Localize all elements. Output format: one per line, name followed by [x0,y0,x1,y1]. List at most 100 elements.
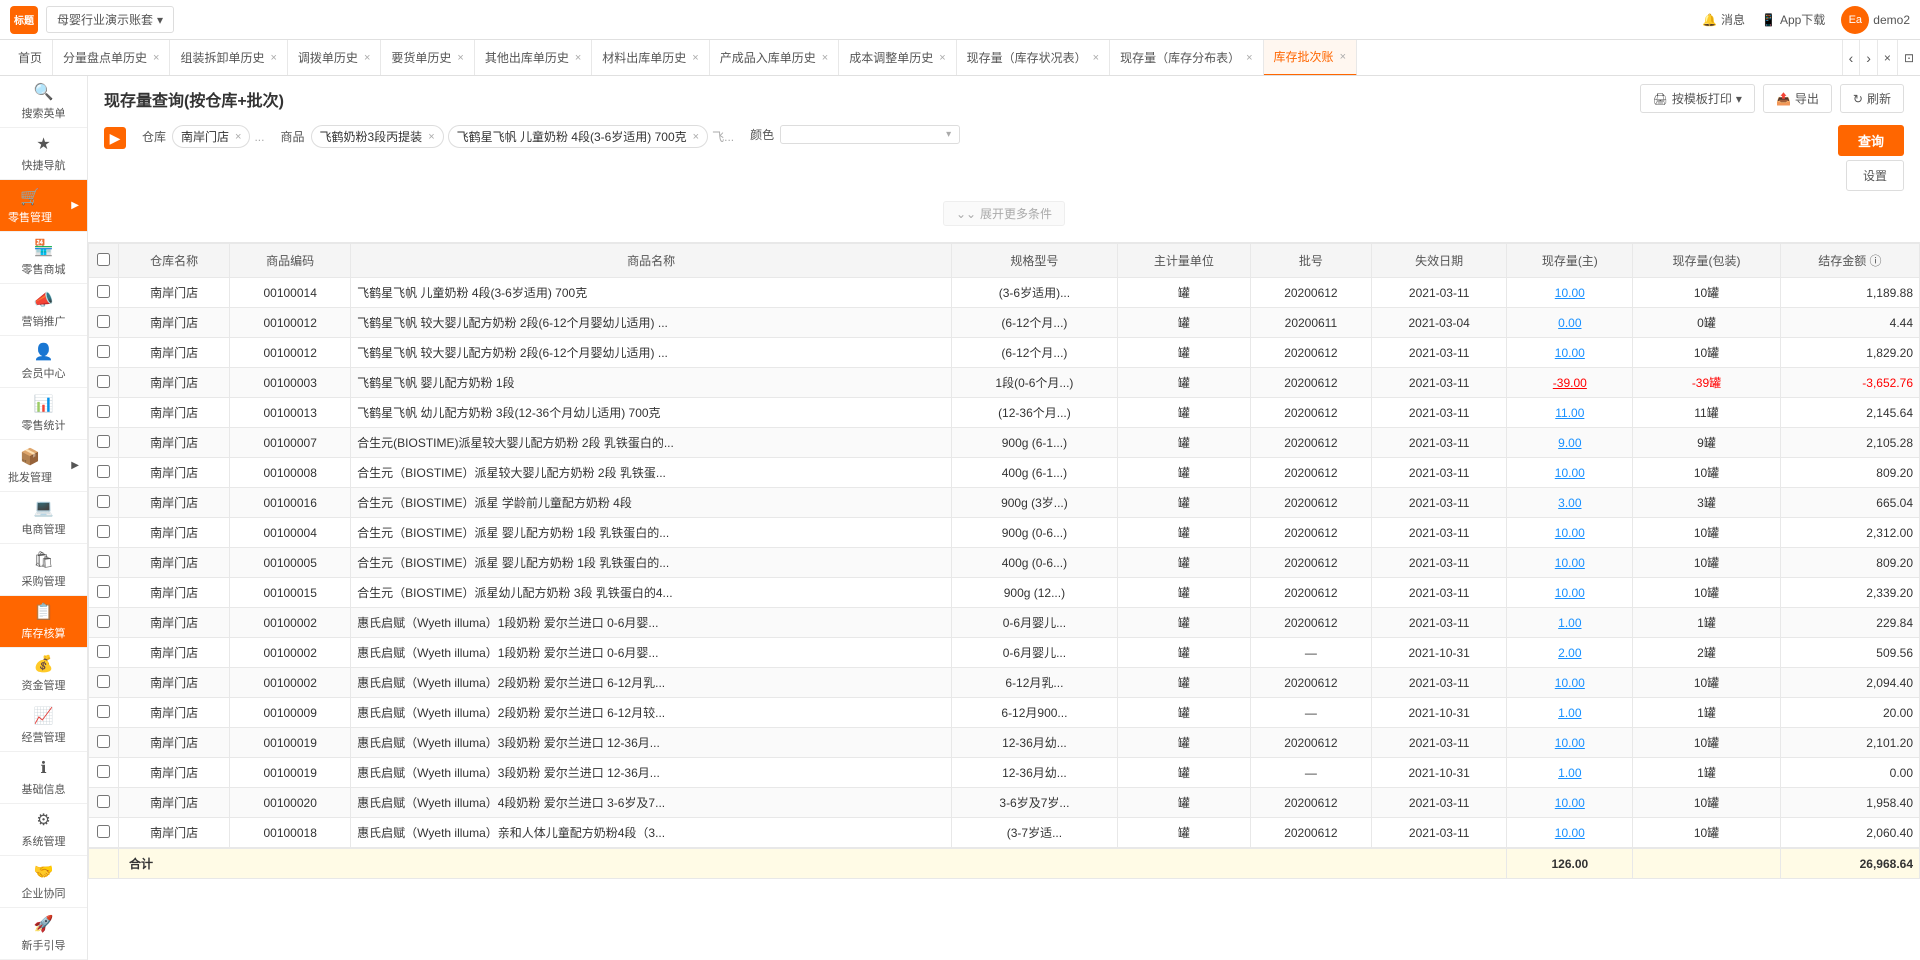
nav-menu[interactable]: ⊡ [1897,40,1920,76]
remove-product-tag-2[interactable]: × [693,131,699,143]
tab-chanchengpin[interactable]: 产成品入库单历史 × [710,40,839,76]
row-checkbox[interactable] [97,375,110,388]
row-checkbox[interactable] [97,435,110,448]
close-icon[interactable]: × [939,52,945,64]
td-qty-main[interactable]: 10.00 [1507,578,1633,608]
td-qty-main[interactable]: 9.00 [1507,428,1633,458]
message-button[interactable]: 🔔 消息 [1702,11,1745,28]
td-checkbox[interactable] [89,698,119,728]
close-icon[interactable]: × [692,52,698,64]
tab-yaohuo[interactable]: 要货单历史 × [381,40,474,76]
tab-home[interactable]: 首页 [8,40,53,76]
row-checkbox[interactable] [97,645,110,658]
close-icon[interactable]: × [457,52,463,64]
row-checkbox[interactable] [97,495,110,508]
row-checkbox[interactable] [97,465,110,478]
sidebar-item-inventory[interactable]: 📋 库存核算 [0,596,87,648]
setting-button[interactable]: 设置 [1846,160,1904,191]
warehouse-tag-nanan[interactable]: 南岸门店 × [172,125,250,148]
row-checkbox[interactable] [97,555,110,568]
sidebar-item-system[interactable]: ⚙ 系统管理 [0,804,87,856]
row-checkbox[interactable] [97,405,110,418]
select-all-checkbox[interactable] [97,253,110,266]
td-checkbox[interactable] [89,548,119,578]
td-checkbox[interactable] [89,278,119,308]
td-qty-main[interactable]: 1.00 [1507,608,1633,638]
td-checkbox[interactable] [89,398,119,428]
close-icon[interactable]: × [364,52,370,64]
refresh-button[interactable]: ↻ 刷新 [1840,84,1904,113]
app-download-button[interactable]: 📱 App下载 [1761,11,1825,28]
sidebar-item-guide[interactable]: 🚀 新手引导 [0,908,87,960]
td-qty-main[interactable]: 10.00 [1507,728,1633,758]
product-tag-2[interactable]: 飞鹤星飞帆 儿童奶粉 4段(3-6岁适用) 700克 × [448,125,708,148]
td-qty-main[interactable]: 10.00 [1507,668,1633,698]
query-button[interactable]: 查询 [1838,125,1904,156]
td-qty-main[interactable]: 0.00 [1507,308,1633,338]
tab-cailiao-chuku[interactable]: 材料出库单历史 × [592,40,709,76]
close-icon[interactable]: × [270,52,276,64]
td-checkbox[interactable] [89,608,119,638]
remove-warehouse-tag[interactable]: × [235,131,241,143]
nav-prev-arrow[interactable]: ‹ [1842,40,1860,76]
tab-xiancunliang1[interactable]: 现存量（库存状况表） × [957,40,1110,76]
td-qty-main[interactable]: 1.00 [1507,758,1633,788]
tab-xiancunliang2[interactable]: 现存量（库存分布表） × [1110,40,1263,76]
row-checkbox[interactable] [97,585,110,598]
tab-kucun-pici[interactable]: 库存批次账 × [1264,40,1357,76]
td-checkbox[interactable] [89,758,119,788]
close-icon[interactable]: × [822,52,828,64]
remove-product-tag-1[interactable]: × [428,131,434,143]
sidebar-item-quicknav[interactable]: ★ 快捷导航 [0,128,87,180]
td-checkbox[interactable] [89,338,119,368]
nav-next-arrow[interactable]: › [1859,40,1877,76]
sidebar-item-search[interactable]: 🔍 搜索英单 [0,76,87,128]
tab-diaobor[interactable]: 调拨单历史 × [288,40,381,76]
product-tag-1[interactable]: 飞鹤奶粉3段丙提装 × [311,125,444,148]
td-checkbox[interactable] [89,668,119,698]
td-checkbox[interactable] [89,728,119,758]
close-icon[interactable]: × [575,52,581,64]
td-qty-main[interactable]: 10.00 [1507,518,1633,548]
sidebar-item-purchase[interactable]: 🛍 采购管理 [0,544,87,596]
close-icon[interactable]: × [1093,52,1099,64]
td-checkbox[interactable] [89,788,119,818]
close-icon[interactable]: × [1340,51,1346,63]
td-checkbox[interactable] [89,578,119,608]
sidebar-item-retail[interactable]: 🛒 零售管理 ▶ [0,180,87,232]
product-more[interactable]: 飞... [712,128,734,145]
sidebar-item-wholesale[interactable]: 📦 批发管理 ▶ [0,440,87,492]
row-checkbox[interactable] [97,285,110,298]
row-checkbox[interactable] [97,345,110,358]
td-qty-main[interactable]: -39.00 [1507,368,1633,398]
td-qty-main[interactable]: 3.00 [1507,488,1633,518]
tab-fenliangpandian[interactable]: 分量盘点单历史 × [53,40,170,76]
sidebar-item-finance[interactable]: 💰 资金管理 [0,648,87,700]
row-checkbox[interactable] [97,765,110,778]
tab-chengben[interactable]: 成本调整单历史 × [839,40,956,76]
td-checkbox[interactable] [89,458,119,488]
sidebar-item-retail-mall[interactable]: 🏪 零售商城 [0,232,87,284]
td-qty-main[interactable]: 11.00 [1507,398,1633,428]
tab-zuzhuang[interactable]: 组装拆卸单历史 × [170,40,287,76]
close-icon[interactable]: × [1246,52,1252,64]
td-checkbox[interactable] [89,428,119,458]
sidebar-item-collab[interactable]: 🤝 企业协同 [0,856,87,908]
sidebar-item-operation[interactable]: 📈 经营管理 [0,700,87,752]
sidebar-item-marketing[interactable]: 📣 营销推广 [0,284,87,336]
td-checkbox[interactable] [89,368,119,398]
expand-arrow-button[interactable]: ▶ [104,127,126,149]
sidebar-item-ecommerce[interactable]: 💻 电商管理 [0,492,87,544]
sidebar-item-basic[interactable]: ℹ 基础信息 [0,752,87,804]
nav-close-all[interactable]: × [1877,40,1897,76]
row-checkbox[interactable] [97,615,110,628]
row-checkbox[interactable] [97,705,110,718]
template-print-button[interactable]: 🖨 按模板打印 ▾ [1640,84,1755,113]
row-checkbox[interactable] [97,735,110,748]
td-checkbox[interactable] [89,818,119,849]
td-qty-main[interactable]: 1.00 [1507,698,1633,728]
td-qty-main[interactable]: 10.00 [1507,278,1633,308]
warehouse-more[interactable]: ... [254,130,264,144]
td-qty-main[interactable]: 10.00 [1507,788,1633,818]
row-checkbox[interactable] [97,525,110,538]
